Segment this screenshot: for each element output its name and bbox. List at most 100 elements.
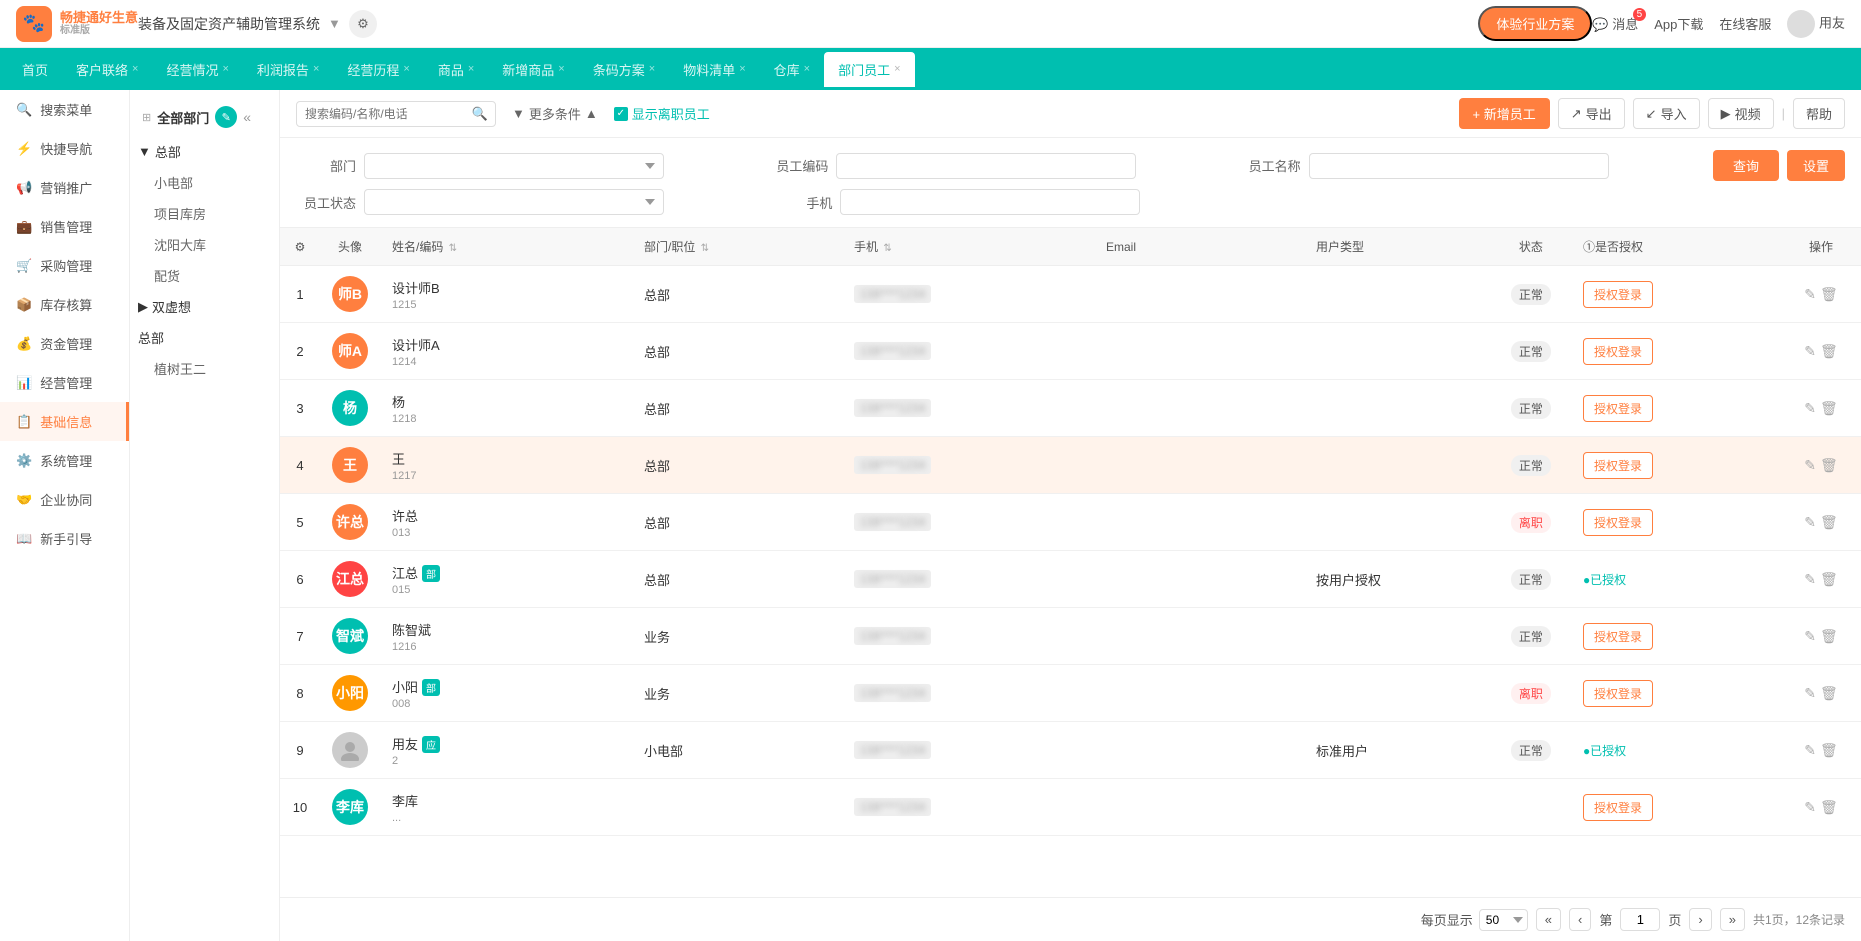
filter-dept-select[interactable] [364,153,664,179]
import-button[interactable]: ↙ 导入 [1633,98,1700,129]
message-button[interactable]: 💬 消息 5 [1592,14,1638,33]
per-page-select[interactable]: 50 100 200 [1479,909,1528,931]
sidebar-item-system[interactable]: ⚙️ 系统管理 [0,441,129,480]
edit-icon[interactable]: ✎ [1804,742,1816,758]
export-button[interactable]: ↗ 导出 [1558,98,1625,129]
dept-edit-icon[interactable]: ✎ [215,106,237,128]
edit-icon[interactable]: ✎ [1804,571,1816,587]
auth-button[interactable]: 授权登录 [1583,395,1653,422]
tab-profit[interactable]: 利润报告 × [243,52,333,87]
close-icon[interactable]: × [468,63,474,75]
first-page-button[interactable]: « [1536,908,1561,931]
auth-button[interactable]: 授权登录 [1583,623,1653,650]
prev-page-button[interactable]: ‹ [1569,908,1591,931]
edit-icon[interactable]: ✎ [1804,799,1816,815]
reset-button[interactable]: 设置 [1787,150,1845,181]
delete-icon[interactable]: 🗑 [1820,799,1838,815]
search-icon[interactable]: 🔍 [472,106,488,122]
delete-icon[interactable]: 🗑 [1820,343,1838,359]
delete-icon[interactable]: 🗑 [1820,514,1838,530]
close-icon[interactable]: × [222,63,228,75]
tab-goods[interactable]: 商品 × [424,52,488,87]
tab-barcode[interactable]: 条码方案 × [579,52,669,87]
dept-tree-item-shuangxu[interactable]: ▶ 双虚想 [130,291,279,322]
dept-tree-item-shenyang[interactable]: 沈阳大库 [130,229,279,260]
edit-icon[interactable]: ✎ [1804,685,1816,701]
sidebar-item-marketing[interactable]: 📢 营销推广 [0,168,129,207]
user-avatar[interactable]: 用友 [1787,10,1845,38]
dept-tree-item-zongbu[interactable]: ▼ 总部 [130,136,279,167]
col-phone[interactable]: 手机 ⇅ [842,228,1094,266]
last-page-button[interactable]: » [1720,908,1745,931]
edit-icon[interactable]: ✎ [1804,457,1816,473]
tab-home[interactable]: 首页 [8,52,62,87]
app-download-link[interactable]: App下载 [1654,14,1703,33]
dept-tree-item-xiangmu[interactable]: 项目库房 [130,198,279,229]
online-service-link[interactable]: 在线客服 [1719,14,1771,33]
dept-tree-item-zongbu2[interactable]: 总部 [130,322,279,353]
search-input[interactable] [296,101,496,127]
delete-icon[interactable]: 🗑 [1820,571,1838,587]
tab-warehouse[interactable]: 仓库 × [760,52,824,87]
edit-icon[interactable]: ✎ [1804,286,1816,302]
auth-button[interactable]: 授权登录 [1583,452,1653,479]
all-dept-label[interactable]: 全部部门 [157,108,209,127]
sidebar-item-operation[interactable]: 📊 经营管理 [0,363,129,402]
show-resigned-toggle[interactable]: ✓ 显示离职员工 [614,104,710,123]
tab-history[interactable]: 经营历程 × [333,52,423,87]
close-icon[interactable]: × [313,63,319,75]
dept-collapse-icon[interactable]: « [243,109,251,125]
filter-phone-input[interactable] [840,189,1140,215]
close-icon[interactable]: × [739,63,745,75]
filter-status-select[interactable] [364,189,664,215]
close-icon[interactable]: × [558,63,564,75]
sidebar-item-inventory[interactable]: 📦 库存核算 [0,285,129,324]
sidebar-item-search[interactable]: 🔍 搜索菜单 [0,90,129,129]
tab-dept-staff[interactable]: 部门员工 × [824,52,914,87]
sidebar-item-shortcuts[interactable]: ⚡ 快捷导航 [0,129,129,168]
col-dept[interactable]: 部门/职位 ⇅ [632,228,842,266]
delete-icon[interactable]: 🗑 [1820,628,1838,644]
tab-operation[interactable]: 经营情况 × [152,52,242,87]
auth-button[interactable]: 授权登录 [1583,281,1653,308]
close-icon[interactable]: × [894,63,900,75]
col-name[interactable]: 姓名/编码 ⇅ [380,228,632,266]
edit-icon[interactable]: ✎ [1804,628,1816,644]
sidebar-item-guide[interactable]: 📖 新手引导 [0,519,129,558]
trial-button[interactable]: 体验行业方案 [1478,6,1592,41]
dept-tree-item-zhishu[interactable]: 植树王二 [130,353,279,384]
add-employee-button[interactable]: + 新增员工 [1459,98,1550,129]
system-dropdown-arrow[interactable]: ▼ [328,16,341,31]
auth-button[interactable]: 授权登录 [1583,338,1653,365]
edit-icon[interactable]: ✎ [1804,514,1816,530]
sidebar-item-finance[interactable]: 💰 资金管理 [0,324,129,363]
query-button[interactable]: 查询 [1713,150,1779,181]
delete-icon[interactable]: 🗑 [1820,742,1838,758]
delete-icon[interactable]: 🗑 [1820,286,1838,302]
edit-icon[interactable]: ✎ [1804,343,1816,359]
delete-icon[interactable]: 🗑 [1820,400,1838,416]
sidebar-item-sales[interactable]: 💼 销售管理 [0,207,129,246]
gear-button[interactable]: ⚙ [349,10,377,38]
close-icon[interactable]: × [649,63,655,75]
close-icon[interactable]: × [403,63,409,75]
close-icon[interactable]: × [132,63,138,75]
col-settings[interactable]: ⚙ [280,228,320,266]
more-filter-button[interactable]: ▼ 更多条件 ▲ [504,100,606,127]
edit-icon[interactable]: ✎ [1804,400,1816,416]
auth-button[interactable]: 授权登录 [1583,680,1653,707]
video-button[interactable]: ▶ 视频 [1708,98,1774,129]
filter-code-input[interactable] [836,153,1136,179]
auth-button[interactable]: 授权登录 [1583,794,1653,821]
auth-button[interactable]: 授权登录 [1583,509,1653,536]
help-button[interactable]: 帮助 [1793,98,1845,129]
close-icon[interactable]: × [804,63,810,75]
page-input[interactable]: 1 [1620,908,1660,931]
tab-customer[interactable]: 客户联络 × [62,52,152,87]
sidebar-item-collab[interactable]: 🤝 企业协同 [0,480,129,519]
sidebar-item-basic[interactable]: 📋 基础信息 [0,402,129,441]
sidebar-item-purchase[interactable]: 🛒 采购管理 [0,246,129,285]
filter-name-input[interactable] [1309,153,1609,179]
dept-tree-item-peihuo[interactable]: 配货 [130,260,279,291]
dept-tree-item-xiaodiaobu[interactable]: 小电部 [130,167,279,198]
